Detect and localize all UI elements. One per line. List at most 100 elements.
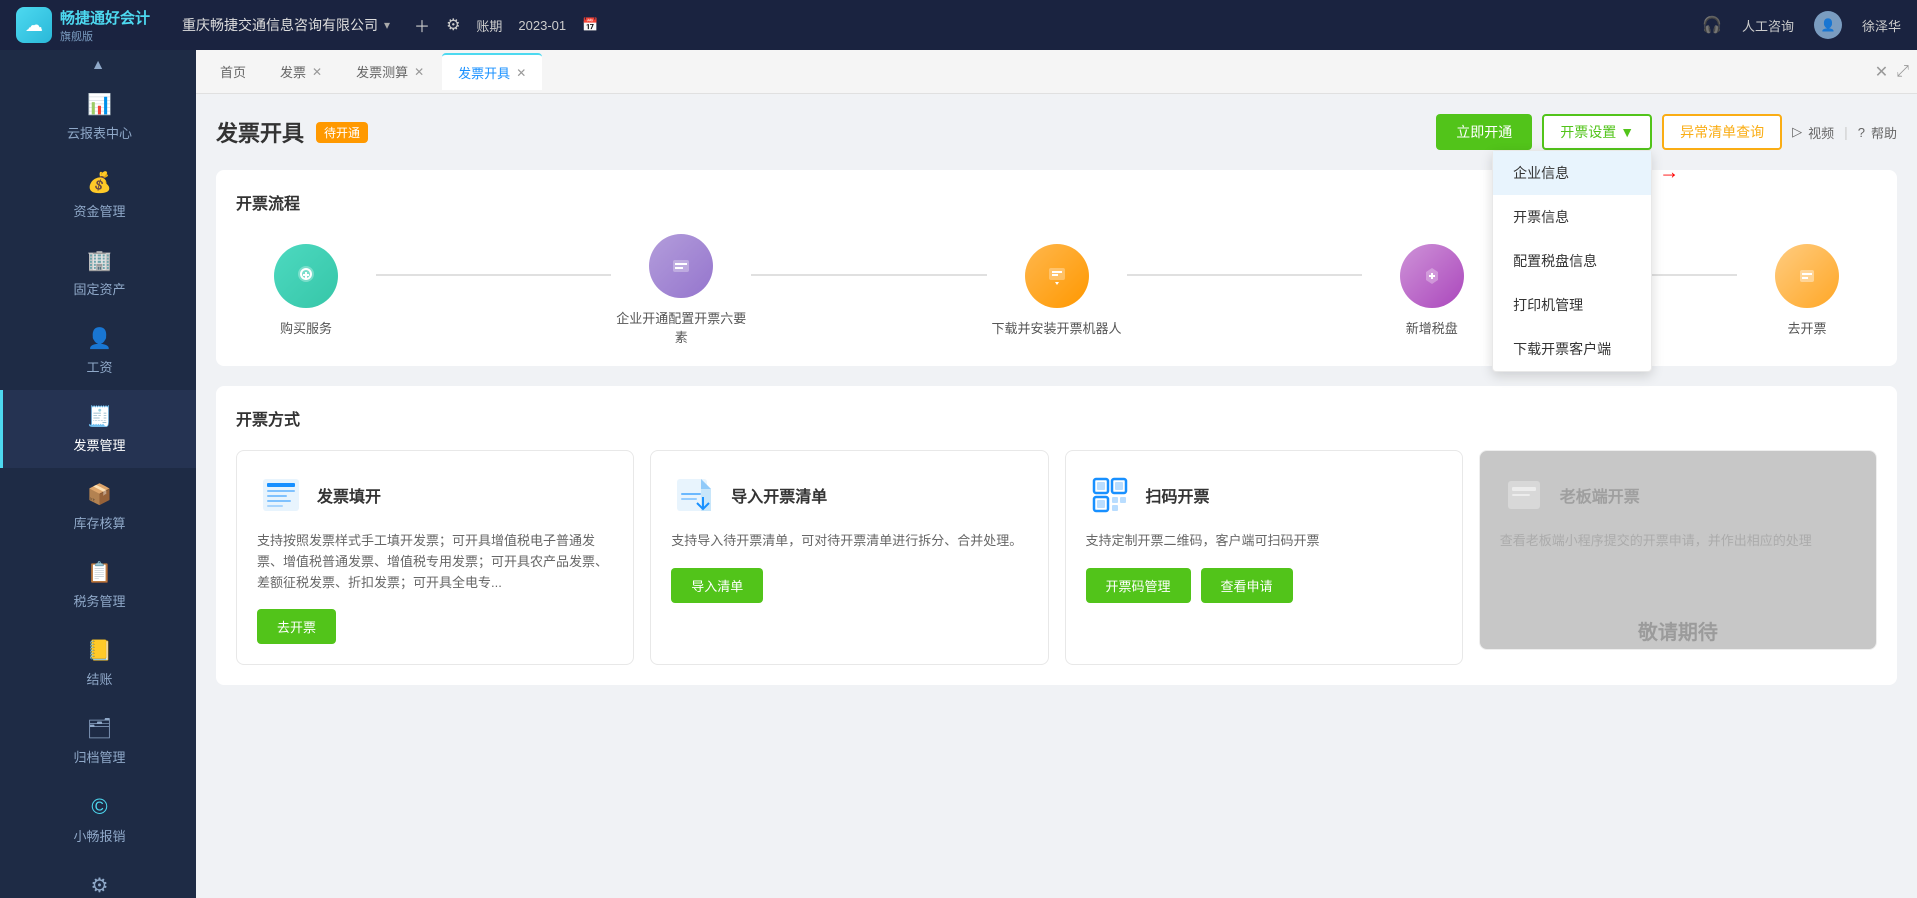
- methods-grid: 发票填开 支持按照发票样式手工填开发票；可开具增值税电子普通发票、增值税普通发票…: [236, 450, 1877, 665]
- method-card-boss: 老板端开票 查看老板端小程序提交的开票申请，并作出相应的处理 敬请期待: [1479, 450, 1877, 650]
- settings-chevron-icon: ▼: [1620, 124, 1634, 140]
- boss-invoice-desc: 查看老板端小程序提交的开票申请，并作出相应的处理: [1500, 531, 1856, 552]
- help-label: 帮助: [1871, 123, 1897, 142]
- sidebar-item-tax[interactable]: 📋 税务管理: [0, 546, 196, 624]
- xiaochang-icon: ©: [91, 794, 107, 820]
- sidebar-label-salary: 工资: [86, 357, 112, 376]
- dropdown-item-printer[interactable]: 打印机管理: [1493, 283, 1651, 327]
- workflow-step-buy: 购买服务: [236, 244, 376, 337]
- method-header-import: 导入开票清单: [671, 471, 1027, 519]
- tab-maximize-icon[interactable]: ⤢: [1896, 63, 1909, 81]
- step-icon-go-invoice: [1775, 244, 1839, 308]
- dropdown-item-download-client[interactable]: 下载开票客户端: [1493, 327, 1651, 371]
- boss-invoice-title: 老板端开票: [1560, 483, 1640, 507]
- help-btn[interactable]: ? 帮助: [1858, 123, 1897, 142]
- dropdown-item-tax-disk[interactable]: 配置税盘信息: [1493, 239, 1651, 283]
- sidebar-item-cloud-report[interactable]: 📊 云报表中心: [0, 78, 196, 156]
- method-card-scan: 扫码开票 支持定制开票二维码，客户端可扫码开票 开票码管理 查看申请: [1065, 450, 1463, 665]
- salary-icon: 👤: [87, 326, 112, 351]
- import-list-icon: [671, 471, 719, 519]
- red-arrow-icon: →: [1659, 162, 1679, 185]
- sidebar-item-salary[interactable]: 👤 工资: [0, 312, 196, 390]
- status-badge: 待开通: [316, 122, 368, 143]
- tab-invoice-calc-label: 发票测算: [356, 62, 408, 81]
- scan-view-btn[interactable]: 查看申请: [1201, 568, 1293, 603]
- app-container: ☁ 畅捷通好会计 旗舰版 重庆畅捷交通信息咨询有限公司 ▾ ＋ ⚙ 账期 202…: [0, 0, 1917, 898]
- tab-invoice-label: 发票: [280, 62, 306, 81]
- tab-invoice-calc[interactable]: 发票测算 ✕: [340, 54, 440, 89]
- sidebar-item-settings[interactable]: ⚙ 基础设置: [0, 859, 196, 898]
- sidebar-label-accounting: 结账: [86, 669, 112, 688]
- sidebar: ▲ 📊 云报表中心 💰 资金管理 🏢 固定资产 👤 工资 🧾 发票管理: [0, 50, 196, 898]
- workflow-step-go-invoice: 去开票: [1737, 244, 1877, 337]
- method-card-boss-wrapper: 老板端开票 查看老板端小程序提交的开票申请，并作出相应的处理 敬请期待: [1479, 450, 1877, 665]
- workflow-connector-3: [1127, 274, 1362, 276]
- tab-invoice-issue[interactable]: 发票开具 ✕: [442, 53, 542, 90]
- content-area: 首页 发票 ✕ 发票测算 ✕ 发票开具 ✕ ✕ ⤢: [196, 50, 1917, 898]
- tab-actions: ✕ ⤢: [1875, 62, 1909, 82]
- tab-invoice-close[interactable]: ✕: [312, 65, 322, 79]
- sidebar-item-fixed-assets[interactable]: 🏢 固定资产: [0, 234, 196, 312]
- video-label: 视频: [1808, 123, 1834, 142]
- settings-sidebar-icon: ⚙: [91, 873, 109, 898]
- settings-btn-label: 开票设置: [1560, 122, 1616, 142]
- tab-invoice-calc-close[interactable]: ✕: [414, 65, 424, 79]
- support-label[interactable]: 人工咨询: [1742, 16, 1794, 35]
- sidebar-item-xiaochang[interactable]: © 小畅报销: [0, 780, 196, 859]
- step-label-go-invoice: 去开票: [1787, 318, 1826, 337]
- scan-invoice-desc: 支持定制开票二维码，客户端可扫码开票: [1086, 531, 1442, 552]
- method-card-fill: 发票填开 支持按照发票样式手工填开发票；可开具增值税电子普通发票、增值税普通发票…: [236, 450, 634, 665]
- exception-btn[interactable]: 异常清单查询: [1662, 114, 1782, 150]
- capital-icon: 💰: [87, 170, 112, 195]
- inventory-icon: 📦: [87, 482, 112, 507]
- tab-invoice-issue-label: 发票开具: [458, 63, 510, 82]
- logo-text: 畅捷通好会计 旗舰版: [60, 7, 150, 44]
- add-icon[interactable]: ＋: [414, 13, 430, 37]
- overlay-text: 敬请期待: [1479, 616, 1877, 645]
- page-title: 发票开具: [216, 116, 304, 148]
- settings-btn[interactable]: 开票设置 ▼: [1542, 114, 1652, 150]
- sidebar-label-tax: 税务管理: [73, 591, 125, 610]
- dropdown-item-invoice-info[interactable]: 开票信息: [1493, 195, 1651, 239]
- dropdown-item-company-info[interactable]: 企业信息 →: [1493, 151, 1651, 195]
- logo-subtitle: 旗舰版: [60, 28, 150, 44]
- tab-invoice[interactable]: 发票 ✕: [264, 54, 338, 89]
- fill-invoice-btn[interactable]: 去开票: [257, 609, 336, 644]
- sidebar-item-archive[interactable]: 🗂 归档管理: [0, 702, 196, 780]
- sidebar-item-inventory[interactable]: 📦 库存核算: [0, 468, 196, 546]
- divider: |: [1844, 124, 1848, 140]
- company-selector[interactable]: 重庆畅捷交通信息咨询有限公司 ▾: [182, 15, 390, 35]
- sidebar-label-invoice: 发票管理: [73, 435, 125, 454]
- workflow-step-download: 下载并安装开票机器人: [987, 244, 1127, 337]
- tab-home[interactable]: 首页: [204, 54, 262, 89]
- step-icon-buy: [274, 244, 338, 308]
- settings-icon[interactable]: ⚙: [446, 15, 460, 35]
- headset-icon: 🎧: [1702, 15, 1722, 35]
- method-header-boss: 老板端开票: [1500, 471, 1856, 519]
- video-play-icon: ▷: [1792, 124, 1802, 140]
- sidebar-item-capital[interactable]: 💰 资金管理: [0, 156, 196, 234]
- step-icon-add-tax: [1400, 244, 1464, 308]
- scan-manage-btn[interactable]: 开票码管理: [1086, 568, 1191, 603]
- invoice-icon: 🧾: [87, 404, 112, 429]
- sidebar-scroll-up[interactable]: ▲: [0, 50, 196, 78]
- sidebar-label-fixed-assets: 固定资产: [73, 279, 125, 298]
- sidebar-label-capital: 资金管理: [73, 201, 125, 220]
- fill-invoice-desc: 支持按照发票样式手工填开发票；可开具增值税电子普通发票、增值税普通发票、增值税专…: [257, 531, 613, 593]
- video-btn[interactable]: ▷ 视频: [1792, 123, 1834, 142]
- calendar-icon[interactable]: 📅: [582, 17, 598, 33]
- step-label-download: 下载并安装开票机器人: [991, 318, 1121, 337]
- tab-close-all-icon[interactable]: ✕: [1875, 62, 1888, 82]
- workflow-connector-1: [376, 274, 611, 276]
- methods-section: 开票方式: [216, 386, 1897, 685]
- tab-invoice-issue-close[interactable]: ✕: [516, 66, 526, 80]
- activate-btn[interactable]: 立即开通: [1436, 114, 1532, 150]
- page-header: 发票开具 待开通 立即开通 开票设置 ▼: [216, 114, 1897, 150]
- sidebar-label-xiaochang: 小畅报销: [73, 826, 125, 845]
- archive-icon: 🗂: [87, 716, 112, 741]
- import-list-btn[interactable]: 导入清单: [671, 568, 763, 603]
- dropdown-label-printer: 打印机管理: [1513, 297, 1583, 313]
- sidebar-item-invoice[interactable]: 🧾 发票管理: [0, 390, 196, 468]
- settings-dropdown-menu: 企业信息 → 开票信息 配置税盘信息 打印机管理: [1492, 150, 1652, 372]
- sidebar-item-accounting[interactable]: 📒 结账: [0, 624, 196, 702]
